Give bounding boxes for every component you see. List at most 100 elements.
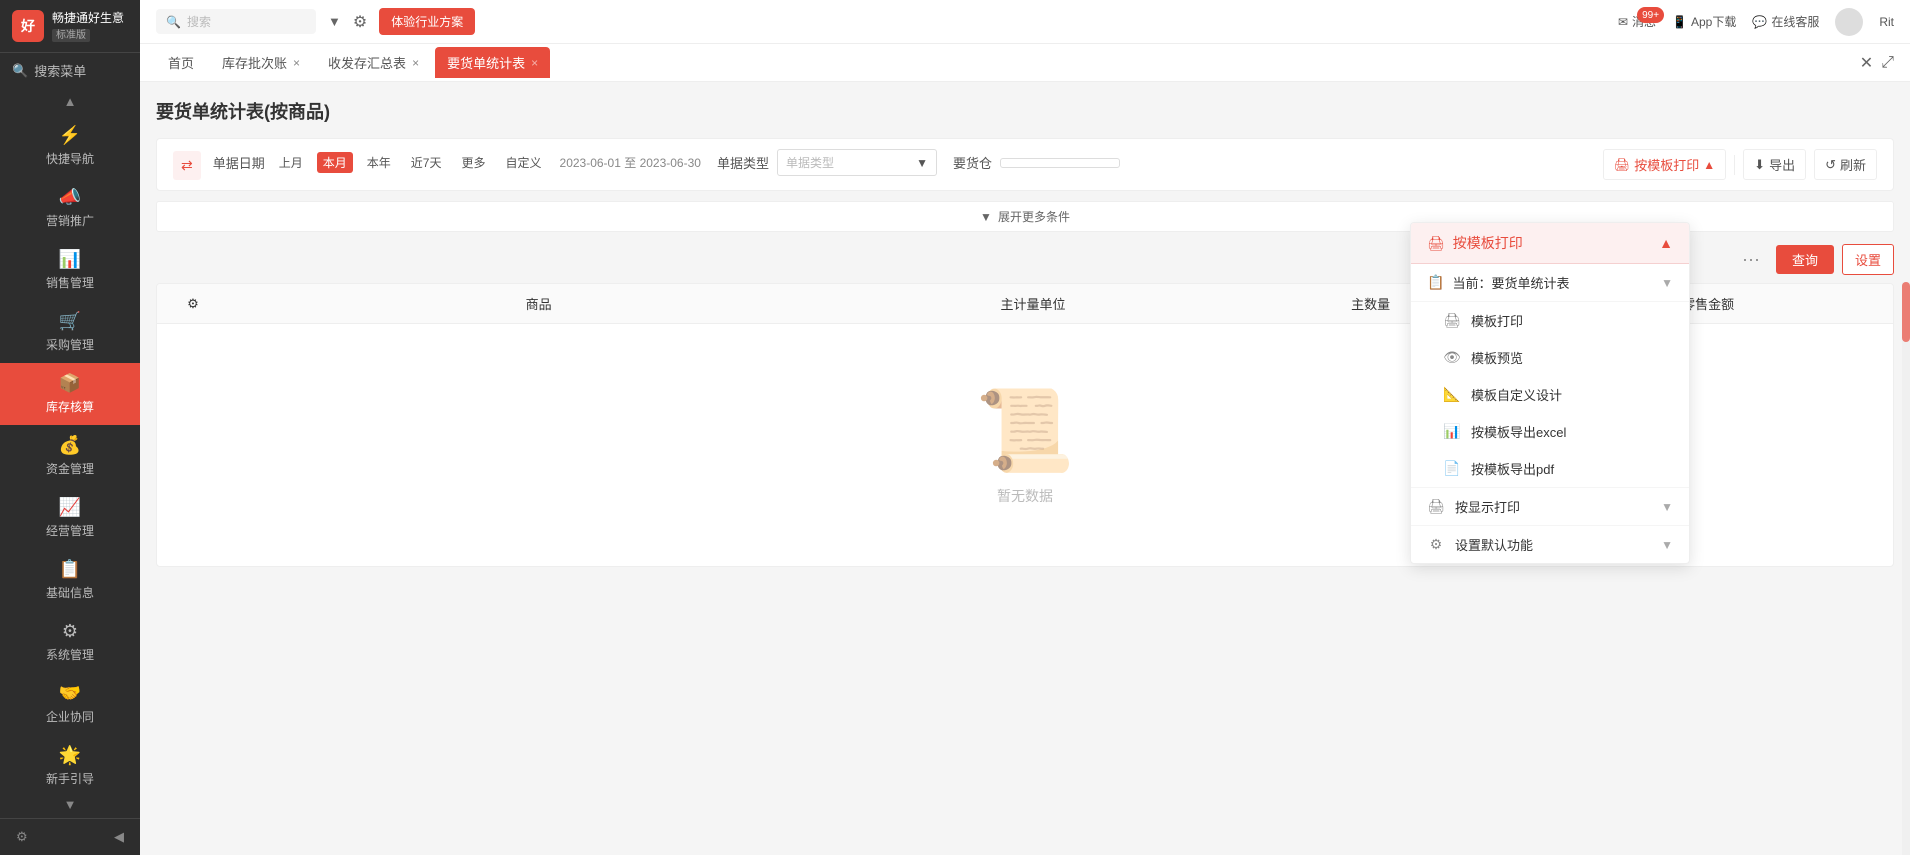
doctype-select[interactable]: 单据类型 ▼ (777, 149, 937, 176)
filter-expand-icon-btn[interactable]: ⇄ (173, 151, 201, 180)
doctype-filter-label: 单据类型 (717, 153, 769, 172)
user-avatar[interactable] (1835, 8, 1863, 36)
goods-filter-label: 要货仓 (953, 153, 992, 172)
set-default-arrow: ▼ (1661, 538, 1673, 552)
online-service-btn[interactable]: 💬 在线客服 (1752, 13, 1819, 30)
tab-batch-account-label: 库存批次账 (222, 53, 287, 72)
quick-nav-label: 快捷导航 (46, 150, 94, 167)
logo-text: 畅捷通好生意 (52, 11, 124, 27)
doctype-placeholder: 单据类型 (786, 154, 834, 171)
tab-order-stats-label: 要货单统计表 (447, 53, 525, 72)
date-btn-prev[interactable]: 上月 (273, 152, 309, 173)
tab-order-stats[interactable]: 要货单统计表 × (435, 47, 550, 78)
date-btn-more[interactable]: 更多 (455, 152, 491, 173)
dropdown-template-print[interactable]: 🖨 模板打印 (1411, 302, 1689, 339)
collab-label: 企业协同 (46, 708, 94, 725)
print-separator (1734, 155, 1735, 175)
refresh-btn[interactable]: ↺ 刷新 (1814, 149, 1877, 180)
topbar-right: ✉ 消息 99+ 📱 App下载 💬 在线客服 Rit (1618, 8, 1894, 36)
window-close-btn[interactable]: ✕ (1860, 53, 1873, 73)
scroll-thumb[interactable] (1902, 282, 1910, 342)
current-template-icon: 📋 (1427, 274, 1444, 291)
window-maximize-btn[interactable]: ⤢ (1881, 53, 1894, 73)
user-name[interactable]: Rit (1879, 15, 1894, 29)
sidebar-search-btn[interactable]: 🔍 搜索菜单 (0, 53, 140, 88)
print-dropdown-menu: 🖨 按模板打印 ▲ 📋 当前：要货单统计表 ▼ 🖨 模板打印 👁 (1410, 222, 1690, 564)
date-filter-label: 单据日期 (213, 153, 265, 172)
topbar-dropdown[interactable]: ▼ (328, 14, 341, 29)
sidebar-item-inventory[interactable]: 📦 库存核算 (0, 363, 140, 425)
doctype-arrow: ▼ (916, 156, 928, 170)
sidebar: 好 畅捷通好生意 标准版 🔍 搜索菜单 ▲ ⚡ 快捷导航 📣 营销推广 📊 销售… (0, 0, 140, 855)
trial-button[interactable]: 体验行业方案 (379, 8, 475, 35)
app-download-btn[interactable]: 📱 App下载 (1672, 13, 1736, 30)
template-preview-icon: 👁 (1443, 349, 1461, 366)
system-icon: ⚙ (62, 621, 78, 642)
sidebar-scroll-down[interactable]: ▼ (0, 791, 140, 818)
sidebar-item-basic[interactable]: 📋 基础信息 (0, 549, 140, 611)
date-btn-year[interactable]: 本年 (361, 152, 397, 173)
tab-batch-account[interactable]: 库存批次账 × (210, 47, 312, 78)
guide-label: 新手引导 (46, 770, 94, 787)
message-btn[interactable]: ✉ 消息 99+ (1618, 13, 1656, 30)
date-btn-7days[interactable]: 近7天 (405, 152, 448, 173)
date-btn-current[interactable]: 本月 (317, 152, 353, 173)
tab-batch-account-close[interactable]: × (293, 56, 300, 70)
more-dots[interactable]: ··· (1742, 249, 1760, 270)
tab-order-stats-close[interactable]: × (531, 56, 538, 70)
sidebar-settings-icon[interactable]: ⚙ (16, 829, 28, 845)
print-icon: 🖨 (1614, 157, 1631, 173)
date-btn-custom[interactable]: 自定义 (500, 152, 548, 173)
dropdown-current-template[interactable]: 📋 当前：要货单统计表 ▼ (1411, 264, 1689, 302)
sidebar-item-purchase[interactable]: 🛒 采购管理 (0, 301, 140, 363)
scroll-track[interactable] (1902, 282, 1910, 855)
tab-home-label: 首页 (168, 53, 194, 72)
tab-receipt-summary-close[interactable]: × (412, 56, 419, 70)
sidebar-item-marketing[interactable]: 📣 营销推广 (0, 177, 140, 239)
dropdown-export-pdf[interactable]: 📄 按模板导出pdf (1411, 450, 1689, 487)
dropdown-set-default[interactable]: ⚙ 设置默认功能 ▼ (1411, 525, 1689, 563)
goods-input[interactable] (1000, 158, 1120, 168)
query-button[interactable]: 查询 (1776, 245, 1834, 274)
topbar-search[interactable]: 🔍 搜索 (156, 9, 316, 34)
print-label: 按模板打印 (1634, 155, 1699, 174)
doctype-filter-section: 单据类型 单据类型 ▼ (717, 149, 937, 176)
dropdown-header-arrow: ▲ (1659, 235, 1673, 251)
sidebar-item-operations[interactable]: 📈 经营管理 (0, 487, 140, 549)
purchase-label: 采购管理 (46, 336, 94, 353)
dropdown-export-excel[interactable]: 📊 按模板导出excel (1411, 413, 1689, 450)
system-label: 系统管理 (46, 646, 94, 663)
dropdown-template-design[interactable]: 📐 模板自定义设计 (1411, 376, 1689, 413)
template-print-label: 模板打印 (1471, 311, 1523, 330)
sidebar-item-sales[interactable]: 📊 销售管理 (0, 239, 140, 301)
sidebar-item-finance[interactable]: 💰 资金管理 (0, 425, 140, 487)
export-btn[interactable]: ⬇ 导出 (1743, 149, 1806, 180)
purchase-icon: 🛒 (59, 311, 81, 332)
empty-illustration: 📜 (975, 384, 1075, 478)
main-content: 🔍 搜索 ▼ ⚙ 体验行业方案 ✉ 消息 99+ 📱 App下载 💬 在线客服 … (140, 0, 1910, 855)
filter-toolbar-inner: ⇄ 单据日期 上月 本月 本年 近7天 更多 自定义 (173, 149, 1877, 180)
topbar-search-placeholder: 搜索 (187, 13, 211, 30)
operations-icon: 📈 (59, 497, 81, 518)
dropdown-template-preview[interactable]: 👁 模板预览 (1411, 339, 1689, 376)
dropdown-display-print[interactable]: 🖨 按显示打印 ▼ (1411, 487, 1689, 525)
print-template-btn[interactable]: 🖨 按模板打印 ▲ (1603, 149, 1726, 180)
settings-button[interactable]: 设置 (1842, 244, 1894, 275)
sidebar-expand-icon[interactable]: ◀ (114, 829, 124, 845)
sidebar-item-collab[interactable]: 🤝 企业协同 (0, 673, 140, 735)
dropdown-header[interactable]: 🖨 按模板打印 ▲ (1411, 223, 1689, 264)
sidebar-item-system[interactable]: ⚙ 系统管理 (0, 611, 140, 673)
template-preview-label: 模板预览 (1471, 348, 1523, 367)
tabs-bar: 首页 库存批次账 × 收发存汇总表 × 要货单统计表 × ✕ ⤢ (140, 44, 1910, 82)
sidebar-search-label: 搜索菜单 (34, 61, 86, 80)
topbar-gear-icon[interactable]: ⚙ (353, 12, 367, 32)
tab-receipt-summary[interactable]: 收发存汇总表 × (316, 47, 431, 78)
sidebar-scroll-up[interactable]: ▲ (0, 88, 140, 115)
sidebar-item-guide[interactable]: 🌟 新手引导 (0, 735, 140, 791)
sidebar-item-quick-nav[interactable]: ⚡ 快捷导航 (0, 115, 140, 177)
col-settings[interactable]: ⚙ (173, 296, 213, 312)
app-download-icon: 📱 (1672, 15, 1687, 29)
tab-home[interactable]: 首页 (156, 47, 206, 78)
display-print-arrow: ▼ (1661, 500, 1673, 514)
expand-chevron: ▼ (980, 210, 992, 224)
